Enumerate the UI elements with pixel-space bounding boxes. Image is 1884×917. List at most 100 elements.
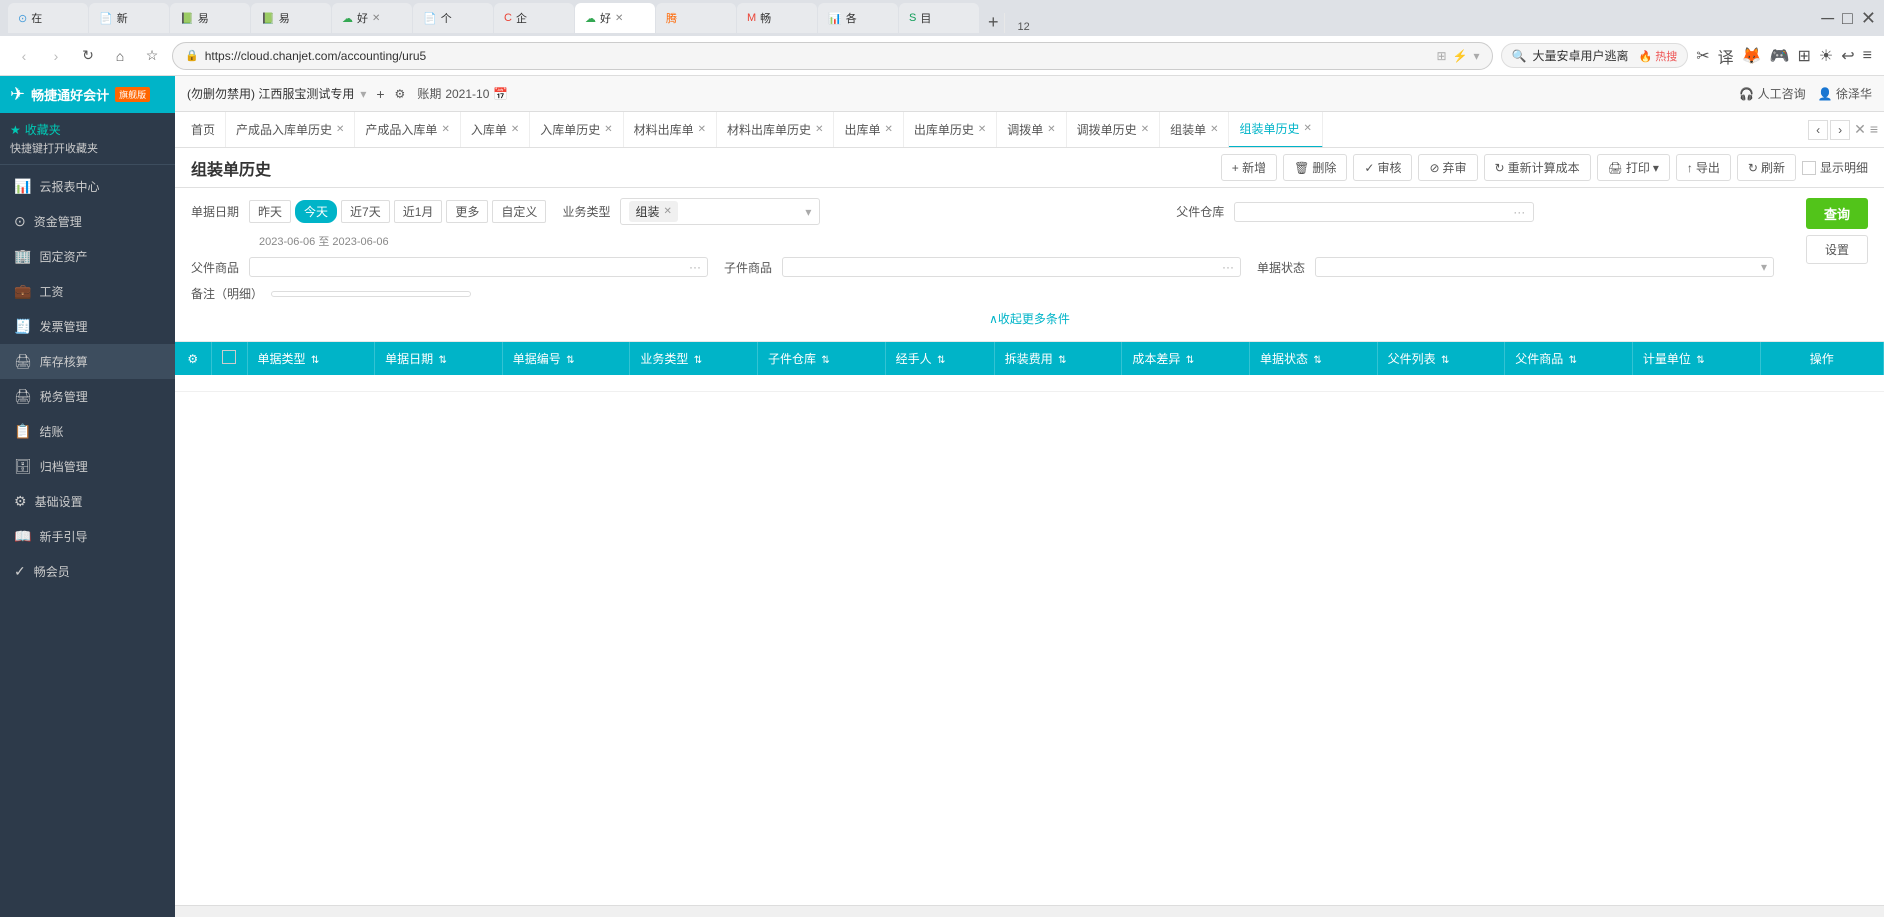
print-btn[interactable]: 🖨 打印 ▾	[1597, 154, 1670, 181]
date-btn-1month[interactable]: 近1月	[394, 200, 443, 223]
sidebar-item-finance[interactable]: ⊙ 资金管理	[0, 204, 175, 239]
parent-warehouse-input[interactable]: ···	[1234, 202, 1534, 222]
checkbox-detail[interactable]	[1802, 161, 1816, 175]
parent-goods-more[interactable]: ···	[689, 260, 701, 274]
refresh-btn[interactable]: ↻ 刷新	[1737, 154, 1796, 181]
horizontal-scrollbar[interactable]	[175, 905, 1884, 917]
remarks-input[interactable]	[271, 291, 471, 297]
order-status-chevron[interactable]: ▾	[1761, 260, 1767, 274]
browser-tab-7[interactable]: C 企	[494, 3, 574, 33]
col-type[interactable]: 单据类型 ⇅	[247, 342, 375, 375]
forward-btn[interactable]: ›	[44, 44, 68, 68]
delete-btn[interactable]: 🗑 删除	[1283, 154, 1347, 181]
add-company-icon[interactable]: +	[376, 86, 384, 102]
browser-tab-3[interactable]: 📗 易	[170, 3, 250, 33]
abandon-btn[interactable]: ⊘ 弃审	[1418, 154, 1477, 181]
nav-tab-mat-out[interactable]: 材料出库单 ✕	[624, 112, 717, 148]
bookmark-btn[interactable]: ☆	[140, 44, 164, 68]
company-dropdown-icon[interactable]: ▾	[360, 87, 366, 101]
col-biz-type[interactable]: 业务类型 ⇅	[630, 342, 758, 375]
tab-close-8[interactable]: ✕	[615, 13, 623, 24]
menu-icon[interactable]: ≡	[1863, 47, 1872, 65]
nav-tab-close-12[interactable]: ✕	[1304, 123, 1312, 134]
translate-icon[interactable]: 译	[1718, 44, 1734, 68]
col-parent-list[interactable]: 父件列表 ⇅	[1377, 342, 1505, 375]
sidebar-item-salary[interactable]: 💼 工资	[0, 274, 175, 309]
browser-tab-4[interactable]: 📗 易	[251, 3, 331, 33]
date-btn-today[interactable]: 今天	[295, 200, 337, 223]
col-settings-icon[interactable]: ⚙	[187, 352, 198, 366]
nav-tab-close-1[interactable]: ✕	[336, 124, 344, 135]
address-bar[interactable]: 🔒 https://cloud.chanjet.com/accounting/u…	[172, 42, 1493, 70]
date-btn-more[interactable]: 更多	[446, 200, 488, 223]
review-btn[interactable]: ✓ 审核	[1353, 154, 1412, 181]
nav-tab-prod-in-history[interactable]: 产成品入库单历史 ✕	[226, 112, 355, 148]
biz-type-dropdown[interactable]: 组装 ✕ ▾	[620, 198, 820, 225]
nav-tab-in-history[interactable]: 入库单历史 ✕	[530, 112, 623, 148]
sidebar-item-guide[interactable]: 📖 新手引导	[0, 519, 175, 554]
nav-tab-close-8[interactable]: ✕	[978, 124, 986, 135]
search-bar[interactable]: 🔍 大量安卓用户逃离 🔥 热搜	[1501, 43, 1689, 68]
sun-icon[interactable]: ☀	[1819, 46, 1833, 66]
select-all-checkbox[interactable]	[222, 350, 236, 364]
child-goods-more[interactable]: ···	[1222, 260, 1234, 274]
sidebar-item-settlement[interactable]: 📋 结账	[0, 414, 175, 449]
browser-tab-12[interactable]: S 目	[899, 3, 979, 33]
sidebar-favorites[interactable]: ★ 收藏夹 快捷键打开收藏夹	[0, 113, 175, 165]
user-avatar[interactable]: 👤 徐泽华	[1818, 85, 1872, 102]
nav-next[interactable]: ›	[1830, 120, 1850, 140]
nav-tab-close-5[interactable]: ✕	[698, 124, 706, 135]
maximize-btn[interactable]: □	[1842, 8, 1853, 29]
col-child-warehouse[interactable]: 子件仓库 ⇅	[758, 342, 886, 375]
home-btn[interactable]: ⌂	[108, 44, 132, 68]
sidebar-item-report[interactable]: 📊 云报表中心	[0, 169, 175, 204]
nav-tab-assemble-history[interactable]: 组装单历史 ✕	[1229, 112, 1322, 148]
browser-tab-2[interactable]: 📄 新	[89, 3, 169, 33]
nav-tab-assemble[interactable]: 组装单 ✕	[1160, 112, 1229, 148]
sidebar-item-assets[interactable]: 🏢 固定资产	[0, 239, 175, 274]
show-detail-toggle[interactable]: 显示明细	[1802, 159, 1868, 176]
sidebar-item-vip[interactable]: ✓ 畅会员	[0, 554, 175, 589]
nav-tab-prod-in[interactable]: 产成品入库单 ✕	[355, 112, 460, 148]
col-unit[interactable]: 计量单位 ⇅	[1632, 342, 1760, 375]
sidebar-item-archive[interactable]: 🗄 归档管理	[0, 449, 175, 484]
nav-tab-transfer-history[interactable]: 调拨单历史 ✕	[1067, 112, 1160, 148]
nav-tab-home[interactable]: 首页	[181, 112, 226, 148]
col-order-status[interactable]: 单据状态 ⇅	[1250, 342, 1378, 375]
col-checkbox[interactable]	[211, 342, 247, 375]
back-btn[interactable]: ‹	[12, 44, 36, 68]
print-dropdown-icon[interactable]: ▾	[1653, 161, 1659, 175]
undo-icon[interactable]: ↩	[1841, 46, 1854, 66]
date-btn-custom[interactable]: 自定义	[492, 200, 546, 223]
sidebar-item-invoice[interactable]: 🧾 发票管理	[0, 309, 175, 344]
minimize-btn[interactable]: ─	[1821, 8, 1834, 29]
browser-tab-6[interactable]: 📄 个	[413, 3, 493, 33]
parent-goods-input[interactable]: ···	[249, 257, 708, 277]
browser-tab-1[interactable]: ⊙ 在	[8, 3, 88, 33]
new-btn[interactable]: + 新增	[1221, 154, 1277, 181]
company-selector[interactable]: (勿删勿禁用) 江西服宝测试专用 ▾ + ⚙	[187, 85, 405, 102]
nav-prev[interactable]: ‹	[1808, 120, 1828, 140]
settings-btn-company[interactable]: ⚙	[395, 87, 406, 101]
nav-tab-out-order[interactable]: 出库单 ✕	[834, 112, 903, 148]
period-selector[interactable]: 账期 2021-10 📅	[417, 85, 508, 102]
nav-tab-close-7[interactable]: ✕	[884, 124, 892, 135]
sidebar-item-inventory[interactable]: 🖨 库存核算	[0, 344, 175, 379]
browser-tab-11[interactable]: 📊 各	[818, 3, 898, 33]
col-disassemble-fee[interactable]: 拆装费用 ⇅	[994, 342, 1122, 375]
recalculate-btn[interactable]: ↻ 重新计算成本	[1484, 154, 1591, 181]
close-btn[interactable]: ✕	[1861, 8, 1876, 29]
browser-tab-5[interactable]: ☁ 好 ✕	[332, 3, 412, 33]
nav-tab-close-2[interactable]: ✕	[441, 124, 449, 135]
child-goods-input[interactable]: ···	[782, 257, 1241, 277]
tab-menu[interactable]: ≡	[1870, 121, 1878, 138]
reload-btn[interactable]: ↻	[76, 44, 100, 68]
nav-tab-in-order[interactable]: 入库单 ✕	[461, 112, 530, 148]
bolt-icon[interactable]: ⚡	[1453, 49, 1468, 63]
nav-tab-close-6[interactable]: ✕	[815, 124, 823, 135]
nav-tab-out-history[interactable]: 出库单历史 ✕	[904, 112, 997, 148]
col-cost-diff[interactable]: 成本差异 ⇅	[1122, 342, 1250, 375]
order-status-dropdown[interactable]: ▾	[1315, 257, 1774, 277]
game-icon[interactable]: 🎮	[1770, 46, 1790, 66]
nav-tab-close-4[interactable]: ✕	[604, 124, 612, 135]
